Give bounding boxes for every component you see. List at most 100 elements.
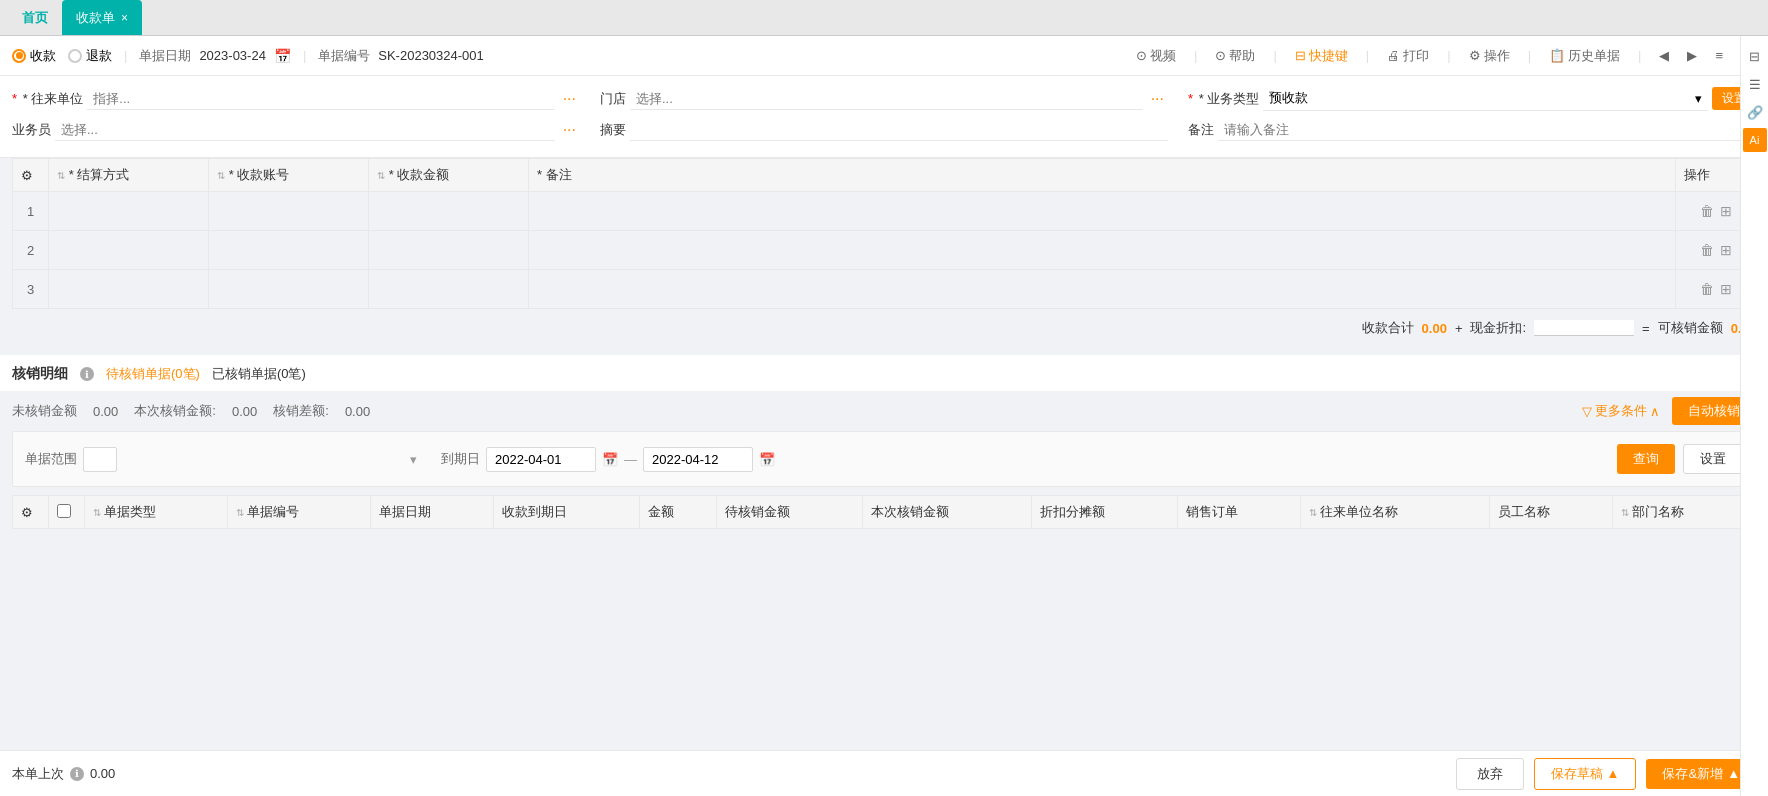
- done-tab[interactable]: 已核销单据(0笔): [212, 365, 306, 383]
- date-to-input[interactable]: [643, 447, 753, 472]
- summary-input[interactable]: [630, 119, 1168, 141]
- query-btn[interactable]: 查询: [1617, 444, 1675, 474]
- main-table: ⚙ ⇅ * 结算方式 ⇅ * 收款账号 ⇅ * 收款金额 * 备注: [12, 158, 1756, 309]
- payment-method-input-2[interactable]: [49, 231, 208, 269]
- payment-method-input-1[interactable]: [49, 192, 208, 230]
- verify-info-icon[interactable]: ℹ: [80, 367, 94, 381]
- remark-input-3[interactable]: [529, 270, 1675, 308]
- tab-receipt[interactable]: 收款单 ×: [62, 0, 142, 35]
- amount-cell-3[interactable]: [369, 270, 529, 309]
- sidebar-table-icon[interactable]: ⊟: [1743, 44, 1767, 68]
- date-from-input[interactable]: [486, 447, 596, 472]
- equals-sign: =: [1642, 321, 1650, 336]
- amount-cell-1[interactable]: [369, 192, 529, 231]
- payment-method-input-3[interactable]: [49, 270, 208, 308]
- search-settings-btn[interactable]: 设置: [1683, 444, 1743, 474]
- pending-tab[interactable]: 待核销单据(0笔): [106, 365, 200, 383]
- account-input-1[interactable]: [209, 192, 368, 230]
- video-btn[interactable]: ⊙ 视频: [1132, 45, 1180, 67]
- receipt-radio[interactable]: 收款: [12, 47, 56, 65]
- range-select-wrapper: [83, 447, 425, 472]
- payment-method-cell-1[interactable]: [49, 192, 209, 231]
- account-input-3[interactable]: [209, 270, 368, 308]
- remark-input-1[interactable]: [529, 192, 1675, 230]
- amount-input-3[interactable]: [369, 270, 528, 308]
- account-cell-3[interactable]: [209, 270, 369, 309]
- operation-btn[interactable]: ⚙ 操作: [1465, 45, 1514, 67]
- bottom-col-doc-date: 单据日期: [371, 496, 494, 529]
- business-type-select[interactable]: 预收款 ▾: [1263, 86, 1708, 111]
- remark-cell-3[interactable]: [529, 270, 1676, 309]
- setting-icon[interactable]: ⚙: [21, 168, 33, 183]
- help-btn[interactable]: ⊙ 帮助: [1211, 45, 1259, 67]
- sidebar-ai-icon[interactable]: Ai: [1743, 128, 1767, 152]
- keyboard-icon: ⊟: [1295, 48, 1306, 63]
- chevron-up-icon: ∧: [1650, 404, 1660, 419]
- basis-info-icon[interactable]: ℹ: [70, 767, 84, 781]
- copy-icon-3[interactable]: ⊞: [1720, 281, 1732, 297]
- discount-input[interactable]: [1534, 320, 1634, 336]
- history-btn[interactable]: 📋 历史单据: [1545, 45, 1624, 67]
- account-cell-1[interactable]: [209, 192, 369, 231]
- counterpart-input[interactable]: [87, 88, 554, 110]
- amount-cell-2[interactable]: [369, 231, 529, 270]
- bottom-col-counterpart: ⇅ 往来单位名称: [1300, 496, 1489, 529]
- calendar-from-icon[interactable]: 📅: [602, 452, 618, 467]
- payment-method-cell-3[interactable]: [49, 270, 209, 309]
- close-icon[interactable]: ×: [121, 11, 128, 25]
- abandon-btn[interactable]: 放弃: [1456, 758, 1524, 790]
- bottom-col-doc-no: ⇅ 单据编号: [228, 496, 371, 529]
- copy-icon-2[interactable]: ⊞: [1720, 242, 1732, 258]
- bottom-col-doc-type: ⇅ 单据类型: [85, 496, 228, 529]
- bottom-col-setting[interactable]: ⚙: [13, 496, 49, 529]
- counterpart-more-btn[interactable]: ···: [559, 90, 580, 108]
- remark-field: 备注: [1188, 119, 1756, 141]
- remark-input[interactable]: [1218, 119, 1756, 141]
- remark-cell-2[interactable]: [529, 231, 1676, 270]
- shortcut-btn[interactable]: ⊟ 快捷键: [1291, 45, 1352, 67]
- row-num-2: 2: [13, 231, 49, 270]
- refund-radio[interactable]: 退款: [68, 47, 112, 65]
- copy-icon-1[interactable]: ⊞: [1720, 203, 1732, 219]
- delete-icon-3[interactable]: 🗑: [1700, 281, 1714, 297]
- print-icon: 🖨: [1387, 48, 1400, 63]
- prev-btn[interactable]: ◀: [1655, 46, 1673, 65]
- payment-method-cell-2[interactable]: [49, 231, 209, 270]
- draft-btn[interactable]: 保存草稿 ▲: [1534, 758, 1637, 790]
- tab-home[interactable]: 首页: [8, 0, 62, 35]
- range-separator: —: [624, 452, 637, 467]
- remark-cell-1[interactable]: [529, 192, 1676, 231]
- account-input-2[interactable]: [209, 231, 368, 269]
- more-conditions-btn[interactable]: ▽ 更多条件 ∧: [1578, 400, 1664, 422]
- business-type-field: * * 业务类型 预收款 ▾ 设置: [1188, 86, 1756, 111]
- counterpart-label: * * 往来单位: [12, 90, 83, 108]
- tab-bar: 首页 收款单 ×: [0, 0, 1768, 36]
- staff-more-btn[interactable]: ···: [559, 121, 580, 139]
- list-view-btn[interactable]: ≡: [1711, 46, 1727, 65]
- select-all-checkbox[interactable]: [57, 504, 71, 518]
- diff-value: 0.00: [345, 404, 370, 419]
- amount-input-2[interactable]: [369, 231, 528, 269]
- col-setting-header[interactable]: ⚙: [13, 159, 49, 192]
- account-cell-2[interactable]: [209, 231, 369, 270]
- remark-input-2[interactable]: [529, 231, 1675, 269]
- staff-input[interactable]: [55, 119, 555, 141]
- col-payment-method-header: ⇅ * 结算方式: [49, 159, 209, 192]
- bottom-col-discount: 折扣分摊额: [1031, 496, 1177, 529]
- range-select[interactable]: [83, 447, 117, 472]
- footer-left: 本单上次 ℹ 0.00: [12, 765, 115, 783]
- delete-icon-1[interactable]: 🗑: [1700, 203, 1714, 219]
- summary-field: 摘要: [580, 119, 1188, 141]
- store-more-btn[interactable]: ···: [1147, 90, 1168, 108]
- calendar-icon[interactable]: 📅: [274, 48, 291, 64]
- sidebar-link-icon[interactable]: 🔗: [1743, 100, 1767, 124]
- sidebar-list-icon[interactable]: ☰: [1743, 72, 1767, 96]
- range-field: 单据范围: [25, 447, 425, 472]
- row-num-3: 3: [13, 270, 49, 309]
- print-btn[interactable]: 🖨 打印: [1383, 45, 1433, 67]
- calendar-to-icon[interactable]: 📅: [759, 452, 775, 467]
- store-input[interactable]: [630, 88, 1143, 110]
- delete-icon-2[interactable]: 🗑: [1700, 242, 1714, 258]
- next-btn[interactable]: ▶: [1683, 46, 1701, 65]
- amount-input-1[interactable]: [369, 192, 528, 230]
